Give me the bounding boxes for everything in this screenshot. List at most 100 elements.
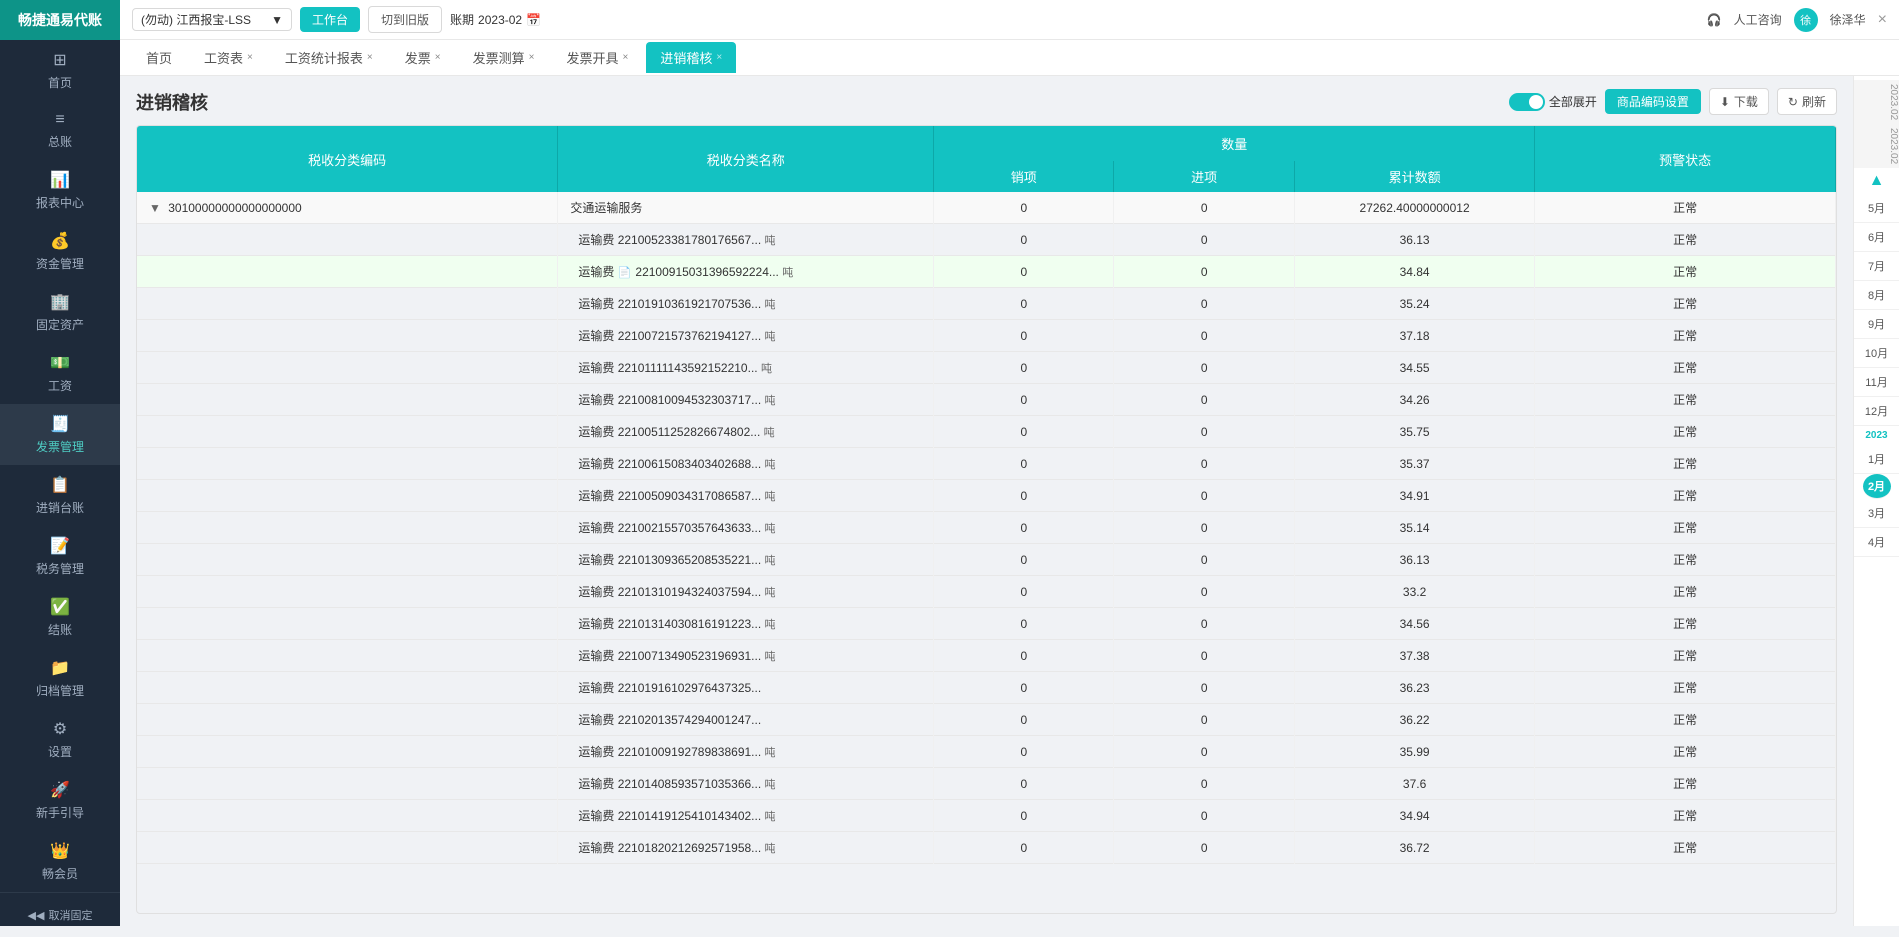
row-name: 运输费 22101314030816191223... 吨 bbox=[558, 608, 934, 640]
sidebar-item-sales-ledger[interactable]: 📋 进销台账 bbox=[0, 465, 120, 526]
sidebar-item-tax[interactable]: 📝 税务管理 bbox=[0, 526, 120, 587]
sidebar-item-member[interactable]: 👑 畅会员 bbox=[0, 831, 120, 892]
row-name: 交通运输服务 bbox=[558, 192, 934, 224]
settings-button[interactable]: 商品编码设置 bbox=[1605, 89, 1701, 114]
tab-label: 进销稽核 bbox=[660, 48, 712, 67]
table-row[interactable]: 运输费 22102013574294001247... 0 0 36.22 正常 bbox=[137, 704, 1836, 736]
cal-month-11[interactable]: 11月 bbox=[1854, 368, 1899, 397]
tab-verify[interactable]: 进销稽核 × bbox=[646, 42, 736, 73]
sidebar-item-funds[interactable]: 💰 资金管理 bbox=[0, 221, 120, 282]
row-code bbox=[137, 224, 558, 256]
table-row[interactable]: ▼ 30100000000000000000 交通运输服务 0 0 27262.… bbox=[137, 192, 1836, 224]
table-row[interactable]: 运输费 22100509034317086587... 吨 0 0 34.91 … bbox=[137, 480, 1836, 512]
cal-month-8[interactable]: 8月 bbox=[1854, 281, 1899, 310]
row-sales: 0 bbox=[934, 768, 1114, 800]
row-sales: 0 bbox=[934, 256, 1114, 288]
tab-close-icon[interactable]: × bbox=[367, 52, 373, 63]
unpin-button[interactable]: ◀◀ 取消固定 bbox=[0, 901, 120, 929]
close-button[interactable]: × bbox=[1878, 11, 1887, 29]
cal-month-3[interactable]: 3月 bbox=[1854, 499, 1899, 528]
cal-current-year: 2023 bbox=[1854, 426, 1899, 445]
topbar-right: 🎧 人工咨询 徐 徐泽华 × bbox=[1707, 8, 1887, 32]
period-label: 账期 bbox=[450, 11, 474, 28]
col-cumulative: 累计数额 bbox=[1294, 161, 1534, 192]
switch-version-button[interactable]: 切到旧版 bbox=[368, 6, 442, 33]
table-row[interactable]: 运输费 22101419125410143402... 吨 0 0 34.94 … bbox=[137, 800, 1836, 832]
row-name: 运输费 22101111143592152210... 吨 bbox=[558, 352, 934, 384]
table-row[interactable]: 运输费 22101111143592152210... 吨 0 0 34.55 … bbox=[137, 352, 1836, 384]
table-row[interactable]: 运输费 22100523381780176567... 吨 0 0 36.13 … bbox=[137, 224, 1836, 256]
row-sales: 0 bbox=[934, 544, 1114, 576]
row-purchase: 0 bbox=[1114, 224, 1294, 256]
row-sales: 0 bbox=[934, 800, 1114, 832]
row-cumulative: 34.84 bbox=[1294, 256, 1534, 288]
refresh-button[interactable]: ↻ 刷新 bbox=[1777, 88, 1837, 115]
download-button[interactable]: ⬇ 下载 bbox=[1709, 88, 1769, 115]
sidebar-item-invoice-mgmt[interactable]: 🧾 发票管理 bbox=[0, 404, 120, 465]
data-table-container[interactable]: 税收分类编码 税收分类名称 数量 预警状态 销项 进项 累计数额 bbox=[136, 125, 1837, 914]
tab-close-icon[interactable]: × bbox=[247, 52, 253, 63]
expand-toggle[interactable]: 全部展开 bbox=[1509, 93, 1597, 111]
tab-invoice[interactable]: 发票 × bbox=[391, 42, 455, 73]
sidebar-item-settings[interactable]: ⚙ 设置 bbox=[0, 709, 120, 770]
tab-close-icon[interactable]: × bbox=[529, 52, 535, 63]
workspace-button[interactable]: 工作台 bbox=[300, 7, 360, 32]
sidebar-item-guide[interactable]: 🚀 新手引导 bbox=[0, 770, 120, 831]
tab-invoice-open[interactable]: 发票开具 × bbox=[552, 42, 642, 73]
row-code bbox=[137, 768, 558, 800]
sidebar-item-settlement[interactable]: ✅ 结账 bbox=[0, 587, 120, 648]
tab-close-icon[interactable]: × bbox=[622, 52, 628, 63]
company-selector[interactable]: (勿动) 江西报宝-LSS ▼ bbox=[132, 8, 292, 31]
row-name: 运输费 22101009192789838691... 吨 bbox=[558, 736, 934, 768]
table-row[interactable]: 运输费 22101820212692571958... 吨 0 0 36.72 … bbox=[137, 832, 1836, 864]
sidebar-item-reports[interactable]: 📊 报表中心 bbox=[0, 160, 120, 221]
calendar-icon[interactable]: 📅 bbox=[526, 13, 541, 27]
table-row[interactable]: 运输费 22101916102976437325... 0 0 36.23 正常 bbox=[137, 672, 1836, 704]
cal-up-nav[interactable]: ▲ bbox=[1854, 168, 1899, 194]
tab-payroll-stats[interactable]: 工资统计报表 × bbox=[271, 42, 387, 73]
tab-payroll[interactable]: 工资表 × bbox=[190, 42, 267, 73]
tab-home[interactable]: 首页 bbox=[132, 42, 186, 73]
table-row[interactable]: 运输费 22100511252826674802... 吨 0 0 35.75 … bbox=[137, 416, 1836, 448]
sidebar-item-ledger[interactable]: ≡ 总账 bbox=[0, 101, 120, 160]
cal-month-4[interactable]: 4月 bbox=[1854, 528, 1899, 557]
cal-month-7[interactable]: 7月 bbox=[1854, 252, 1899, 281]
table-row[interactable]: 运输费 22101310194324037594... 吨 0 0 33.2 正… bbox=[137, 576, 1836, 608]
table-row[interactable]: 运输费 22101314030816191223... 吨 0 0 34.56 … bbox=[137, 608, 1836, 640]
table-row[interactable]: 运输费 22101408593571035366... 吨 0 0 37.6 正… bbox=[137, 768, 1836, 800]
row-name: 运输费 22100215570357643633... 吨 bbox=[558, 512, 934, 544]
expand-icon[interactable]: ▼ bbox=[149, 201, 161, 215]
row-purchase: 0 bbox=[1114, 448, 1294, 480]
sidebar-item-assets[interactable]: 🏢 固定资产 bbox=[0, 282, 120, 343]
sidebar-item-archive[interactable]: 📁 归档管理 bbox=[0, 648, 120, 709]
table-row[interactable]: 运输费 📄22100915031396592224... 吨 0 0 34.84… bbox=[137, 256, 1836, 288]
table-row[interactable]: 运输费 22100713490523196931... 吨 0 0 37.38 … bbox=[137, 640, 1836, 672]
cal-month-9[interactable]: 9月 bbox=[1854, 310, 1899, 339]
table-row[interactable]: 运输费 22101009192789838691... 吨 0 0 35.99 … bbox=[137, 736, 1836, 768]
cal-month-6[interactable]: 6月 bbox=[1854, 223, 1899, 252]
cal-month-5[interactable]: 5月 bbox=[1854, 194, 1899, 223]
tab-invoice-calc[interactable]: 发票测算 × bbox=[459, 42, 549, 73]
table-row[interactable]: 运输费 22101309365208535221... 吨 0 0 36.13 … bbox=[137, 544, 1836, 576]
row-status: 正常 bbox=[1535, 736, 1836, 768]
row-code bbox=[137, 256, 558, 288]
tab-label: 工资统计报表 bbox=[285, 48, 363, 67]
support-label[interactable]: 人工咨询 bbox=[1734, 11, 1782, 28]
sidebar-item-payroll[interactable]: 💵 工资 bbox=[0, 343, 120, 404]
tab-close-icon[interactable]: × bbox=[435, 52, 441, 63]
row-cumulative: 34.91 bbox=[1294, 480, 1534, 512]
toggle-switch[interactable] bbox=[1509, 93, 1545, 111]
cal-month-10[interactable]: 10月 bbox=[1854, 339, 1899, 368]
table-row[interactable]: 运输费 22100215570357643633... 吨 0 0 35.14 … bbox=[137, 512, 1836, 544]
cal-month-2-active[interactable]: 2月 bbox=[1863, 474, 1891, 499]
table-row[interactable]: 运输费 22101910361921707536... 吨 0 0 35.24 … bbox=[137, 288, 1836, 320]
unit-tag: 吨 bbox=[761, 363, 772, 375]
table-row[interactable]: 运输费 22100810094532303717... 吨 0 0 34.26 … bbox=[137, 384, 1836, 416]
row-code bbox=[137, 544, 558, 576]
table-row[interactable]: 运输费 22100721573762194127... 吨 0 0 37.18 … bbox=[137, 320, 1836, 352]
tab-close-icon[interactable]: × bbox=[716, 52, 722, 63]
sidebar-item-home[interactable]: ⊞ 首页 bbox=[0, 40, 120, 101]
table-row[interactable]: 运输费 22100615083403402688... 吨 0 0 35.37 … bbox=[137, 448, 1836, 480]
cal-month-1[interactable]: 1月 bbox=[1854, 445, 1899, 474]
cal-month-12[interactable]: 12月 bbox=[1854, 397, 1899, 426]
